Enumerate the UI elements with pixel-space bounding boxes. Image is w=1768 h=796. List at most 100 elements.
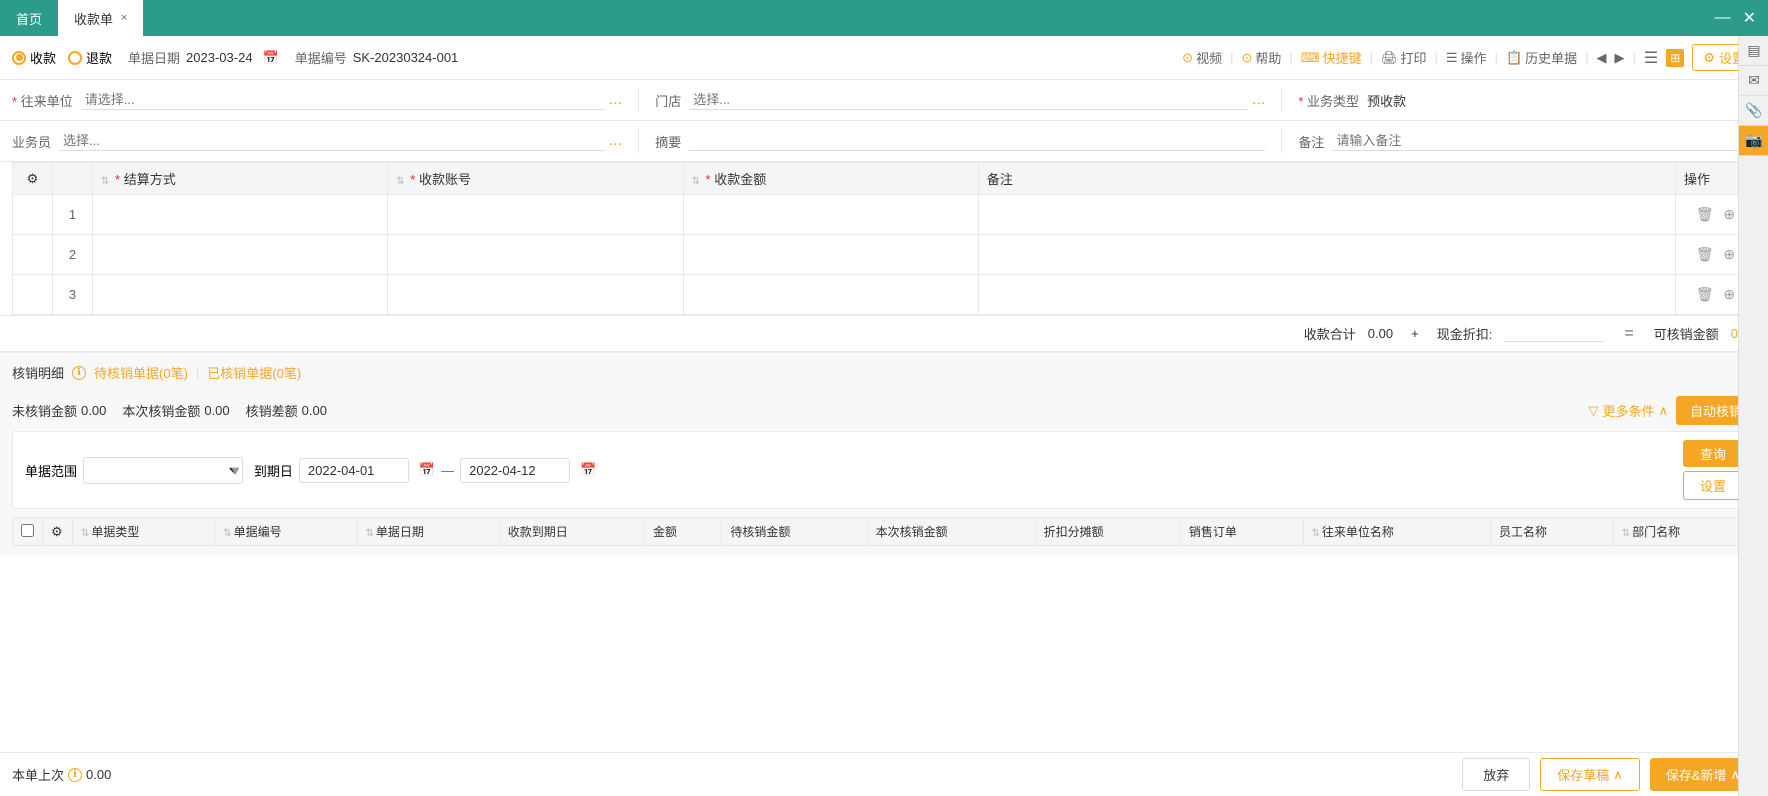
to-date-input[interactable]: [460, 458, 570, 483]
col-discount: 折扣分摊额: [1035, 518, 1180, 546]
footer-info-icon[interactable]: ℹ: [68, 768, 82, 782]
settings-gear-icon: ⚙: [1703, 50, 1715, 66]
source-unit-label: 往来单位: [12, 91, 73, 110]
col-sales-order: 销售订单: [1180, 518, 1303, 546]
row1-copy-icon[interactable]: ⊕: [1723, 206, 1735, 222]
history-label: 历史单据: [1525, 48, 1577, 67]
completed-tab[interactable]: 已核销单据(0笔): [207, 363, 301, 382]
row2-amount[interactable]: [683, 235, 978, 275]
top-nav: 首页 收款单 × — ✕: [0, 0, 1768, 36]
abandon-button[interactable]: 放弃: [1462, 758, 1530, 791]
row1-amount[interactable]: [683, 195, 978, 235]
more-filter-btn[interactable]: ▽ 更多条件 ∧: [1588, 401, 1668, 420]
from-date-input[interactable]: [299, 458, 409, 483]
sidebar-icon-table[interactable]: ▤: [1739, 36, 1768, 66]
shortcut-icon: ⌨: [1301, 50, 1320, 66]
row2-copy-icon[interactable]: ⊕: [1723, 246, 1735, 262]
section-title-row: 核销明细 ℹ 待核销单据(0笔) | 已核销单据(0笔): [12, 363, 1756, 382]
sidebar-icon-camera[interactable]: 📷: [1739, 126, 1768, 156]
layout-grid-icon[interactable]: ⊞: [1666, 49, 1684, 67]
help-label: 帮助: [1255, 48, 1281, 67]
row1-settlement[interactable]: [93, 195, 388, 235]
row2-settlement[interactable]: [93, 235, 388, 275]
current-verify-amount: 本次核销金额 0.00: [122, 401, 229, 420]
help-tool[interactable]: ⊙ 帮助: [1241, 48, 1281, 67]
row1-delete-icon[interactable]: 🗑: [1696, 206, 1714, 222]
summary-input[interactable]: [689, 131, 1265, 151]
history-tool[interactable]: 📋 历史单据: [1506, 48, 1577, 67]
verify-diff: 核销差额 0.00: [246, 401, 327, 420]
store-input[interactable]: [689, 90, 1248, 110]
date-value[interactable]: 2023-03-24: [186, 50, 253, 65]
query-button[interactable]: 查询: [1683, 440, 1743, 467]
salesperson-group: 业务员 ...: [12, 131, 622, 151]
source-unit-input[interactable]: [81, 90, 605, 110]
sidebar-icon-attachment[interactable]: 📎: [1739, 96, 1768, 126]
shortcut-tool[interactable]: ⌨ 快捷键: [1301, 48, 1362, 67]
bottom-settings-icon[interactable]: ⚙: [51, 524, 63, 539]
row1-remarks[interactable]: [978, 195, 1675, 235]
col-checkbox[interactable]: [13, 518, 43, 546]
next-icon[interactable]: ▶: [1615, 50, 1625, 66]
home-tab[interactable]: 首页: [0, 0, 58, 36]
section-info-icon[interactable]: ℹ: [72, 366, 86, 380]
source-unit-more-icon[interactable]: ...: [609, 92, 622, 108]
col-number: ⇅单据编号: [215, 518, 357, 546]
cash-discount-label: 现金折扣:: [1437, 324, 1493, 343]
row2-account[interactable]: [388, 235, 683, 275]
row1-account[interactable]: [388, 195, 683, 235]
radio-refund[interactable]: 退款: [68, 48, 112, 67]
row2-remarks[interactable]: [978, 235, 1675, 275]
row3-settlement[interactable]: [93, 275, 388, 315]
row2-delete-icon[interactable]: 🗑: [1696, 246, 1714, 262]
due-date-label: 到期日: [254, 461, 293, 480]
print-tool[interactable]: 🖨 打印: [1381, 48, 1427, 67]
row3-account[interactable]: [388, 275, 683, 315]
table-settings-icon[interactable]: ⚙: [27, 171, 39, 186]
radio-collection[interactable]: 收款: [12, 48, 56, 67]
shortcut-label: 快捷键: [1323, 48, 1362, 67]
active-tab[interactable]: 收款单 ×: [58, 0, 143, 36]
equal-sign: =: [1624, 325, 1633, 343]
save-draft-label: 保存草稿: [1557, 765, 1609, 784]
calendar-icon-from[interactable]: 📅: [419, 462, 435, 478]
current-verify-label: 本次核销金额: [122, 401, 200, 420]
store-more-icon[interactable]: ...: [1252, 92, 1265, 108]
minimize-icon[interactable]: —: [1711, 5, 1735, 31]
col-settings-bottom[interactable]: ⚙: [43, 518, 73, 546]
sidebar-icon-mail[interactable]: ✉: [1739, 66, 1768, 96]
filter-right: ▽ 更多条件 ∧ 自动核销: [1588, 396, 1756, 425]
operation-tool[interactable]: ☰ 操作: [1446, 48, 1487, 67]
video-tool[interactable]: ⊙ 视频: [1182, 48, 1222, 67]
filter-chevron: ∧: [1658, 403, 1668, 419]
close-window-icon[interactable]: ✕: [1739, 4, 1760, 32]
right-sidebar: ▤ ✉ 📎 📷: [1738, 36, 1768, 796]
col-header-num: [53, 163, 93, 195]
salesperson-input[interactable]: [59, 131, 605, 151]
row3-remarks[interactable]: [978, 275, 1675, 315]
row3-amount[interactable]: [683, 275, 978, 315]
prev-icon[interactable]: ◀: [1597, 50, 1607, 66]
table-settings-header[interactable]: ⚙: [13, 163, 53, 195]
history-icon: 📋: [1506, 50, 1522, 66]
save-draft-button[interactable]: 保存草稿 ∧: [1540, 758, 1640, 791]
col-current-amount: 本次核销金额: [867, 518, 1035, 546]
col-date: ⇅单据日期: [357, 518, 499, 546]
layout-list-icon[interactable]: ☰: [1644, 48, 1658, 68]
date-calendar-icon[interactable]: 📅: [263, 50, 279, 66]
range-select[interactable]: [83, 457, 243, 484]
filter-settings-button[interactable]: 设置: [1683, 471, 1743, 500]
calendar-icon-to[interactable]: 📅: [580, 462, 596, 478]
salesperson-more-icon[interactable]: ...: [609, 133, 622, 149]
close-tab-icon[interactable]: ×: [121, 12, 127, 24]
row3-delete-icon[interactable]: 🗑: [1696, 286, 1714, 302]
range-label: 单据范围: [25, 461, 77, 480]
row3-copy-icon[interactable]: ⊕: [1723, 286, 1735, 302]
pending-tab[interactable]: 待核销单据(0笔): [94, 363, 188, 382]
cash-discount-input[interactable]: [1504, 326, 1604, 342]
remarks-input[interactable]: [1332, 131, 1756, 151]
remarks-group: 备注: [1298, 131, 1756, 151]
col-employee: 员工名称: [1491, 518, 1614, 546]
select-all-checkbox[interactable]: [21, 524, 34, 537]
row3-settings: [13, 275, 53, 315]
